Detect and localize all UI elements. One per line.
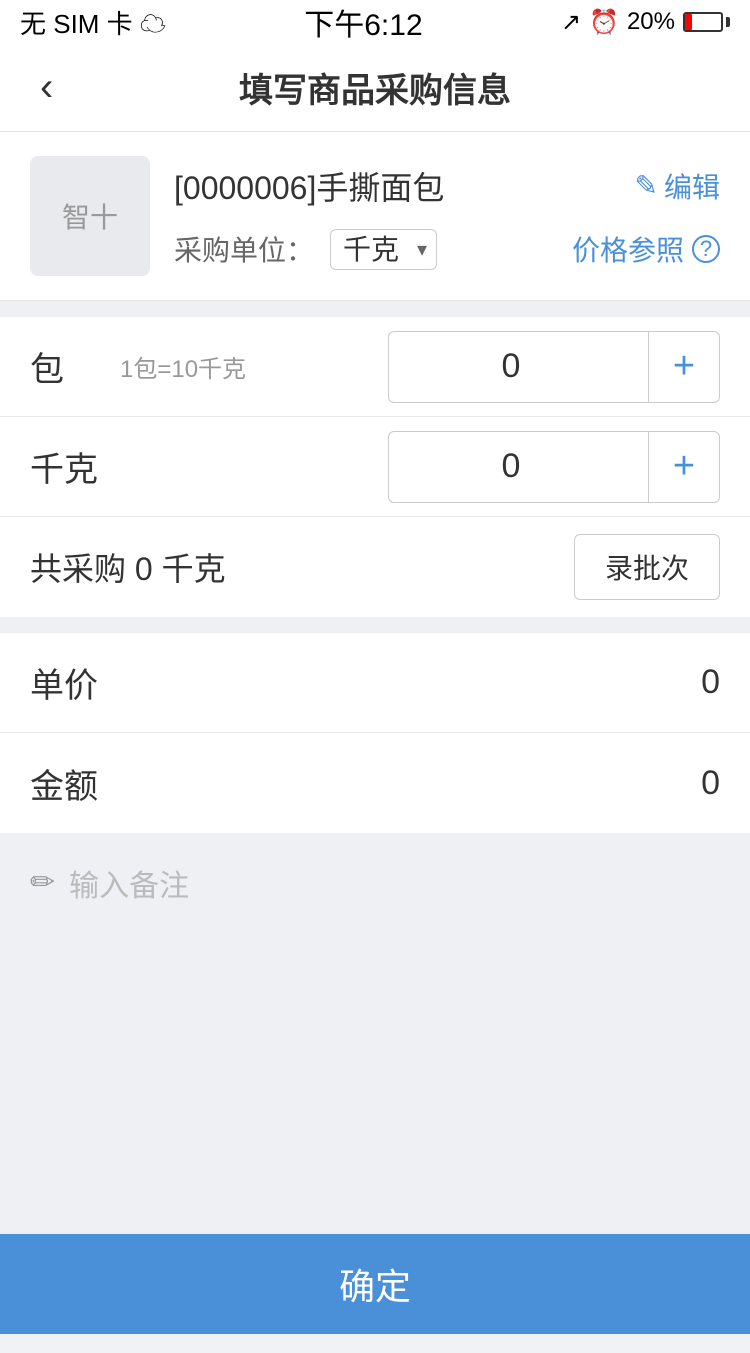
- page-title: 填写商品采购信息: [239, 63, 511, 112]
- separator-2: [0, 617, 750, 633]
- product-image-label: 智十: [62, 196, 118, 236]
- unit-row: 采购单位： 千克 ▾ 价格参照 ?: [174, 229, 720, 270]
- status-time: 下午6:12: [304, 0, 422, 44]
- kg-row: 千克 +: [0, 417, 750, 517]
- content-spacer: [0, 953, 750, 1253]
- price-section: 单价 0 金额 0: [0, 633, 750, 833]
- kg-input-group: +: [388, 431, 720, 503]
- edit-label: 编辑: [664, 166, 720, 206]
- pack-sublabel: 1包=10千克: [120, 349, 246, 384]
- status-bar: 无 SIM 卡 ☁ 下午6:12 ↗ ⏰ 20%: [0, 0, 750, 44]
- product-name-row: [0000006]手撕面包 ✎ 编辑: [174, 163, 720, 209]
- price-ref-icon: ?: [692, 235, 720, 263]
- edit-button[interactable]: ✎ 编辑: [635, 166, 720, 206]
- pencil-icon: ✏: [30, 865, 55, 900]
- amount-label: 金额: [30, 759, 98, 808]
- back-button[interactable]: ‹: [30, 55, 63, 120]
- kg-plus-button[interactable]: +: [648, 431, 720, 503]
- battery-icon: [683, 12, 730, 32]
- battery-percent: 20%: [627, 8, 675, 36]
- summary-text: 共采购 0 千克: [30, 544, 226, 590]
- separator-1: [0, 301, 750, 317]
- unit-label: 采购单位：: [174, 229, 314, 269]
- amount-row: 金额 0: [0, 733, 750, 833]
- quantity-section: 包 1包=10千克 + 千克 + 共采购 0 千克 录批次: [0, 317, 750, 617]
- alarm-icon: ⏰: [589, 8, 619, 37]
- pack-quantity-input[interactable]: [388, 331, 648, 403]
- confirm-bar[interactable]: 确定: [0, 1234, 750, 1334]
- note-placeholder: 输入备注: [69, 861, 189, 905]
- note-section[interactable]: ✏ 输入备注: [0, 833, 750, 953]
- unit-select[interactable]: 千克: [330, 229, 437, 270]
- unit-price-row: 单价 0: [0, 633, 750, 733]
- status-right: ↗ ⏰ 20%: [561, 8, 730, 37]
- nav-bar: ‹ 填写商品采购信息: [0, 44, 750, 132]
- record-batch-button[interactable]: 录批次: [574, 534, 720, 600]
- product-name: [0000006]手撕面包: [174, 163, 444, 209]
- amount-value: 0: [701, 764, 720, 803]
- product-info: [0000006]手撕面包 ✎ 编辑 采购单位： 千克 ▾ 价格参照 ?: [174, 163, 720, 270]
- price-ref-label: 价格参照: [572, 229, 684, 269]
- edit-icon: ✎: [635, 169, 658, 202]
- kg-label: 千克: [30, 442, 110, 491]
- unit-price-label: 单价: [30, 658, 98, 707]
- direction-icon: ↗: [561, 8, 581, 37]
- pack-plus-button[interactable]: +: [648, 331, 720, 403]
- product-card: 智十 [0000006]手撕面包 ✎ 编辑 采购单位： 千克 ▾ 价: [0, 132, 750, 301]
- kg-quantity-input[interactable]: [388, 431, 648, 503]
- price-ref-button[interactable]: 价格参照 ?: [572, 229, 720, 269]
- pack-label: 包: [30, 342, 110, 391]
- status-left: 无 SIM 卡 ☁: [20, 4, 166, 41]
- summary-row: 共采购 0 千克 录批次: [0, 517, 750, 617]
- sim-label: 无 SIM 卡 ☁: [20, 4, 166, 41]
- confirm-button-label: 确定: [339, 1258, 411, 1310]
- pack-input-group: +: [388, 331, 720, 403]
- unit-select-wrapper[interactable]: 千克 ▾: [330, 229, 437, 270]
- pack-row: 包 1包=10千克 +: [0, 317, 750, 417]
- product-image: 智十: [30, 156, 150, 276]
- unit-price-value: 0: [701, 663, 720, 702]
